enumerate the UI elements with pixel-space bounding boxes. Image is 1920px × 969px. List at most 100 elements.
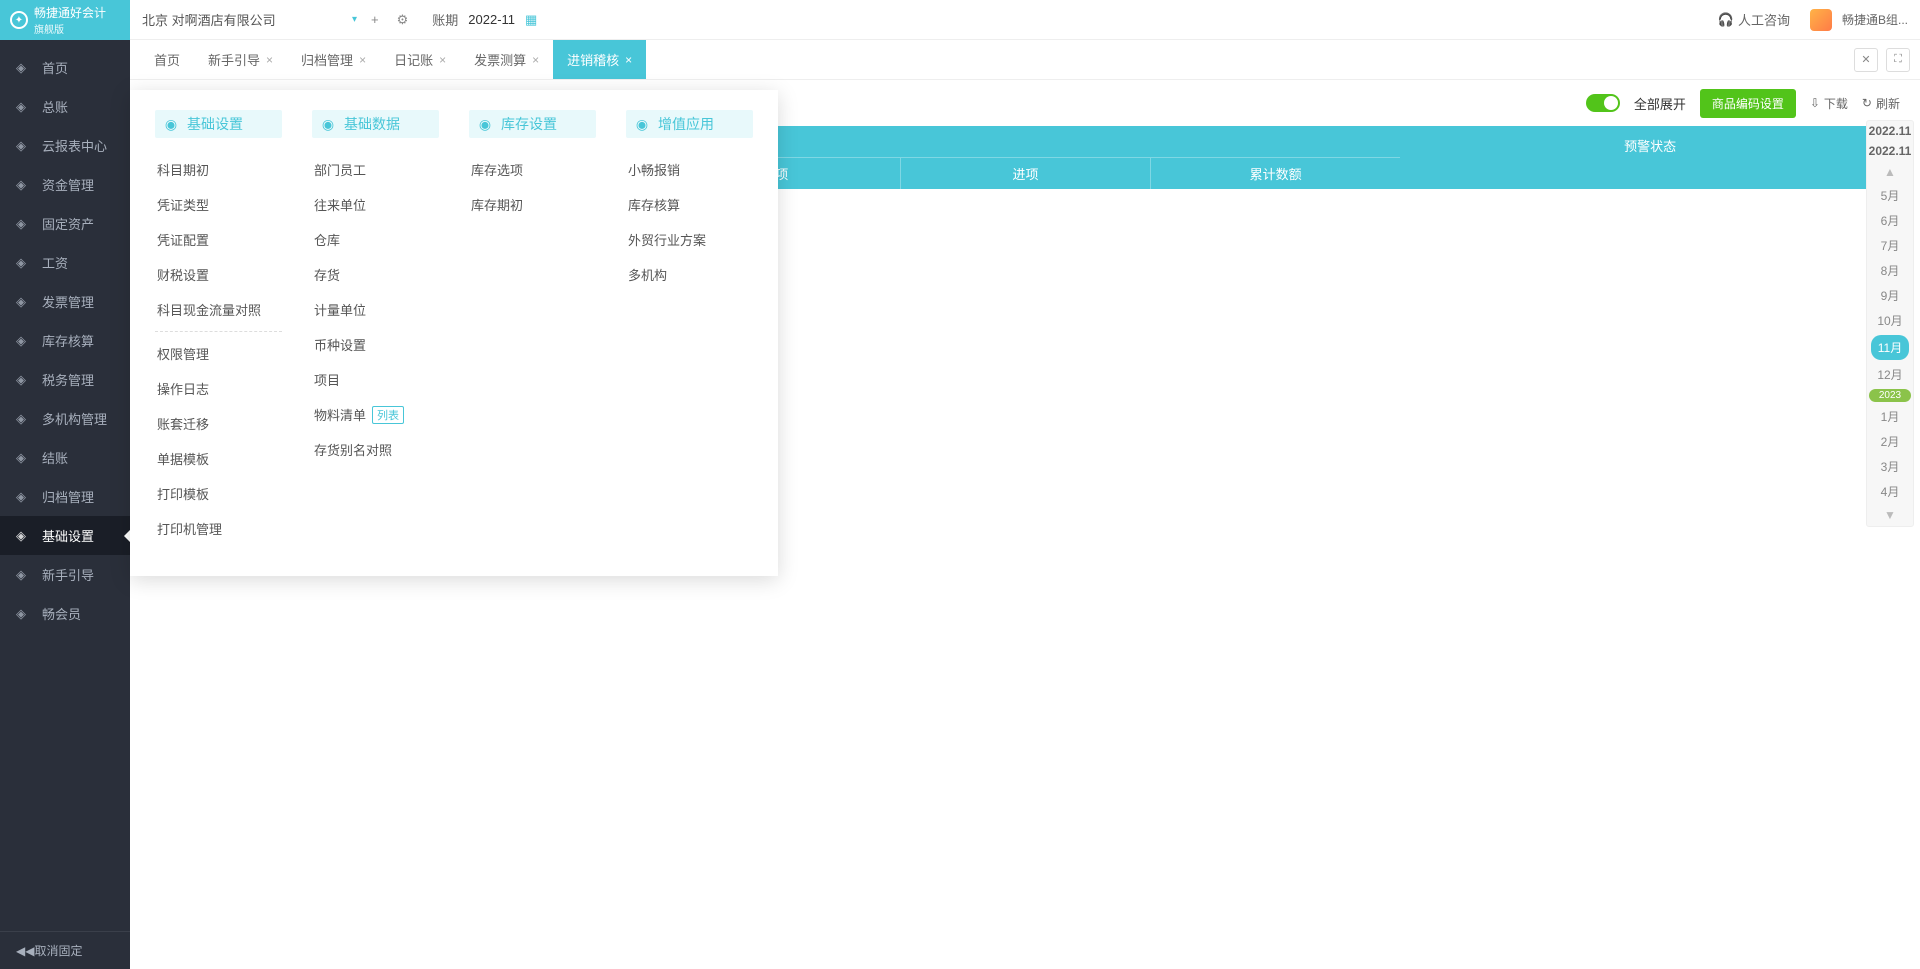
company-selector[interactable]: 北京 对啊酒店有限公司: [142, 6, 342, 33]
mega-menu-item[interactable]: 小畅报销: [626, 152, 753, 187]
sidebar-item[interactable]: ◈固定资产: [0, 204, 130, 243]
mega-header-icon: ◉: [318, 116, 338, 132]
tab-close-icon[interactable]: ×: [266, 53, 273, 67]
timeline-down-button[interactable]: ▼: [1867, 504, 1913, 526]
mega-column-header: ◉基础设置: [155, 110, 282, 138]
period-label: 账期: [432, 10, 458, 29]
timeline-year[interactable]: 2022.11: [1867, 121, 1913, 141]
sidebar-item[interactable]: ◈新手引导: [0, 555, 130, 594]
calendar-icon[interactable]: ▦: [525, 12, 537, 28]
mega-menu-item[interactable]: 库存选项: [469, 152, 596, 187]
sidebar-item[interactable]: ◈库存核算: [0, 321, 130, 360]
download-button[interactable]: ⇩ 下载: [1810, 95, 1848, 112]
timeline-month[interactable]: 5月: [1867, 183, 1913, 208]
mega-menu-item[interactable]: 存货别名对照: [312, 432, 439, 467]
sidebar-item[interactable]: ◈云报表中心: [0, 126, 130, 165]
mega-menu-item[interactable]: 凭证配置: [155, 222, 282, 257]
timeline-year[interactable]: 2022.11: [1867, 141, 1913, 161]
timeline-month[interactable]: 1月: [1867, 404, 1913, 429]
tab[interactable]: 首页: [140, 40, 194, 79]
sidebar-item[interactable]: ◈结账: [0, 438, 130, 477]
tab[interactable]: 新手引导×: [194, 40, 287, 79]
mega-menu-item[interactable]: 项目: [312, 362, 439, 397]
timeline-month[interactable]: 7月: [1867, 233, 1913, 258]
refresh-button[interactable]: ↻ 刷新: [1862, 95, 1900, 112]
timeline-month[interactable]: 12月: [1867, 362, 1913, 387]
timeline-month[interactable]: 4月: [1867, 479, 1913, 504]
tab-close-icon[interactable]: ×: [532, 53, 539, 67]
sidebar-item[interactable]: ◈畅会员: [0, 594, 130, 633]
timeline-month[interactable]: 8月: [1867, 258, 1913, 283]
mega-menu-item[interactable]: 财税设置: [155, 257, 282, 292]
tab-close-icon[interactable]: ×: [625, 53, 632, 67]
mega-header-icon: ◉: [632, 116, 652, 132]
mega-menu-item[interactable]: 存货: [312, 257, 439, 292]
sidebar-pin-toggle[interactable]: ◀◀ 取消固定: [0, 931, 130, 969]
timeline-month-current[interactable]: 11月: [1871, 335, 1909, 360]
tab-close-icon[interactable]: ×: [359, 53, 366, 67]
tab[interactable]: 发票测算×: [460, 40, 553, 79]
brand-icon: ✦: [10, 11, 28, 29]
sidebar-item[interactable]: ◈资金管理: [0, 165, 130, 204]
th-warning-status: 预警状态: [1400, 126, 1900, 189]
mega-menu-item[interactable]: 往来单位: [312, 187, 439, 222]
tab-close-icon[interactable]: ×: [439, 53, 446, 67]
company-settings-button[interactable]: ⚙: [393, 12, 413, 28]
settings-mega-menu: ◉基础设置科目期初凭证类型凭证配置财税设置科目现金流量对照权限管理操作日志账套迁…: [130, 90, 778, 576]
mega-menu-item[interactable]: 库存核算: [626, 187, 753, 222]
expand-all-toggle[interactable]: [1586, 94, 1620, 112]
mega-menu-item[interactable]: 部门员工: [312, 152, 439, 187]
sidebar-item[interactable]: ◈多机构管理: [0, 399, 130, 438]
timeline-month[interactable]: 9月: [1867, 283, 1913, 308]
refresh-icon: ↻: [1862, 96, 1872, 110]
mega-menu-item[interactable]: 科目期初: [155, 152, 282, 187]
mega-menu-item[interactable]: 多机构: [626, 257, 753, 292]
sidebar-item[interactable]: ◈首页: [0, 48, 130, 87]
sidebar-item[interactable]: ◈工资: [0, 243, 130, 282]
mega-column-header: ◉基础数据: [312, 110, 439, 138]
mega-menu-item[interactable]: 单据模板: [155, 441, 282, 476]
close-tabs-button[interactable]: ✕: [1854, 48, 1878, 72]
timeline-up-button[interactable]: ▲: [1867, 161, 1913, 183]
sidebar: ✦ 畅捷通好会计 旗舰版 ◈首页◈总账◈云报表中心◈资金管理◈固定资产◈工资◈发…: [0, 0, 130, 969]
mega-menu-item[interactable]: 币种设置: [312, 327, 439, 362]
add-company-button[interactable]: +: [367, 12, 383, 27]
mega-menu-item[interactable]: 库存期初: [469, 187, 596, 222]
sidebar-item[interactable]: ◈归档管理: [0, 477, 130, 516]
sidebar-item[interactable]: ◈税务管理: [0, 360, 130, 399]
tab[interactable]: 归档管理×: [287, 40, 380, 79]
mega-menu-item[interactable]: 打印模板: [155, 476, 282, 511]
sidebar-item[interactable]: ◈基础设置: [0, 516, 130, 555]
mega-menu-item[interactable]: 凭证类型: [155, 187, 282, 222]
timeline-month[interactable]: 6月: [1867, 208, 1913, 233]
nav-icon: ◈: [16, 606, 32, 622]
mega-header-icon: ◉: [475, 116, 495, 132]
mega-menu-item[interactable]: 仓库: [312, 222, 439, 257]
mega-menu-item[interactable]: 操作日志: [155, 371, 282, 406]
mega-menu-item[interactable]: 账套迁移: [155, 406, 282, 441]
tab[interactable]: 日记账×: [380, 40, 460, 79]
timeline-month[interactable]: 2月: [1867, 429, 1913, 454]
sidebar-item[interactable]: ◈发票管理: [0, 282, 130, 321]
mega-menu-item[interactable]: 物料清单列表: [312, 397, 439, 432]
mega-menu-item[interactable]: 计量单位: [312, 292, 439, 327]
nav-icon: ◈: [16, 138, 32, 154]
mega-menu-item[interactable]: 打印机管理: [155, 511, 282, 546]
timeline-month[interactable]: 3月: [1867, 454, 1913, 479]
nav-icon: ◈: [16, 411, 32, 427]
fullscreen-button[interactable]: ⛶: [1886, 48, 1910, 72]
support-link[interactable]: 🎧 人工咨询: [1718, 10, 1790, 29]
product-code-setting-button[interactable]: 商品编码设置: [1700, 89, 1796, 118]
user-avatar[interactable]: [1810, 9, 1832, 31]
mega-column-header: ◉增值应用: [626, 110, 753, 138]
tab[interactable]: 进销稽核×: [553, 40, 646, 79]
mega-column-header: ◉库存设置: [469, 110, 596, 138]
timeline-month[interactable]: 10月: [1867, 308, 1913, 333]
chevron-down-icon[interactable]: ▾: [352, 14, 357, 25]
mega-menu-item[interactable]: 科目现金流量对照: [155, 292, 282, 327]
sidebar-item[interactable]: ◈总账: [0, 87, 130, 126]
period-value[interactable]: 2022-11: [468, 12, 515, 27]
mega-menu-item[interactable]: 权限管理: [155, 336, 282, 371]
mega-menu-item[interactable]: 外贸行业方案: [626, 222, 753, 257]
user-name[interactable]: 畅捷通B组...: [1842, 11, 1908, 28]
